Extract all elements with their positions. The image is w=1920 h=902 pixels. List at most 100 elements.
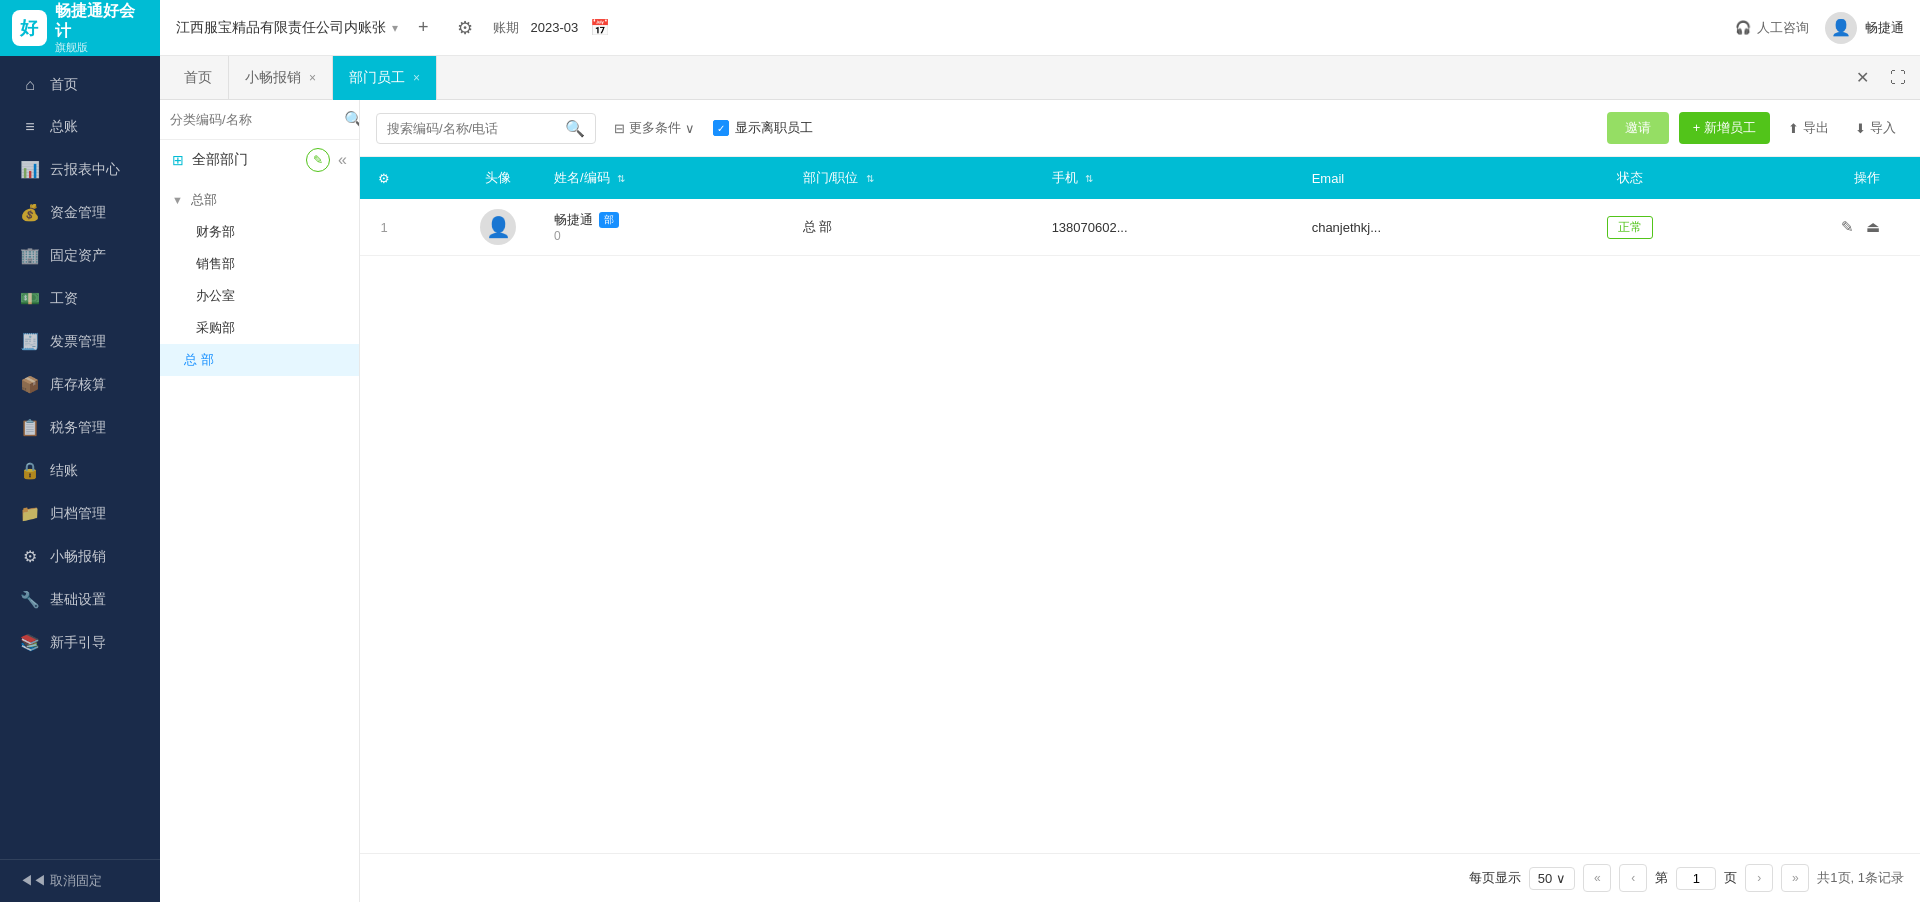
action-icons: ✎ ⏏ [1736, 218, 1904, 236]
delete-employee-button[interactable]: ⏏ [1866, 218, 1880, 236]
th-dept[interactable]: 部门/职位 ⇅ [787, 157, 1036, 199]
tab-expense[interactable]: 小畅报销 × [229, 56, 333, 100]
prev-page-button[interactable]: ‹ [1619, 864, 1647, 892]
dept-edit-button[interactable]: ✎ [306, 148, 330, 172]
user-avatar: 👤 [1825, 12, 1857, 44]
support-button[interactable]: 🎧 人工咨询 [1735, 19, 1809, 37]
cell-phone: 138070602... [1036, 199, 1296, 256]
employee-search-icon[interactable]: 🔍 [565, 119, 585, 138]
dept-expand-arrow: ▼ [172, 194, 183, 206]
tab-employees[interactable]: 部门员工 × [333, 56, 437, 100]
next-page-icon: › [1757, 871, 1761, 885]
sidebar-item-label: 税务管理 [50, 419, 106, 437]
th-name[interactable]: 姓名/编码 ⇅ [538, 157, 787, 199]
sidebar-item-reports[interactable]: 📊 云报表中心 [0, 148, 160, 191]
sidebar-item-expense[interactable]: ⚙ 小畅报销 [0, 535, 160, 578]
cancel-pin-button[interactable]: ◀◀ 取消固定 [0, 859, 160, 902]
dept-purchase-label: 采购部 [196, 319, 235, 337]
dept-search-icon[interactable]: 🔍 [344, 110, 360, 129]
avatar-col-label: 头像 [485, 170, 511, 185]
dept-item-finance[interactable]: 财务部 [172, 216, 359, 248]
sidebar-item-label: 总账 [50, 118, 78, 136]
sidebar-item-guide[interactable]: 📚 新手引导 [0, 621, 160, 664]
page-size-select[interactable]: 50 ∨ [1529, 867, 1575, 890]
first-page-button[interactable]: « [1583, 864, 1611, 892]
th-actions: 操作 [1720, 157, 1920, 199]
tab-employees-close[interactable]: × [413, 71, 420, 85]
dept-tree: ▼ 总部 财务部 销售部 办公室 采购部 [160, 180, 359, 902]
sidebar-item-inventory[interactable]: 📦 库存核算 [0, 363, 160, 406]
filter-more-button[interactable]: ⊟ 更多条件 ∨ [606, 114, 703, 142]
close-tab-button[interactable]: ✕ [1848, 64, 1876, 92]
calendar-icon[interactable]: 📅 [590, 18, 610, 37]
sidebar-item-tax[interactable]: 📋 税务管理 [0, 406, 160, 449]
dept-item-office[interactable]: 办公室 [172, 280, 359, 312]
import-label: 导入 [1870, 119, 1896, 137]
first-page-icon: « [1594, 871, 1601, 885]
dept-office-label: 办公室 [196, 287, 235, 305]
th-settings[interactable]: ⚙ [360, 157, 408, 199]
avatar-wrapper: 👤 [474, 209, 522, 245]
sidebar-item-invoice[interactable]: 🧾 发票管理 [0, 320, 160, 363]
export-button[interactable]: ⬆ 导出 [1780, 114, 1837, 142]
logo-title: 畅捷通好会计 [55, 1, 148, 39]
employee-search-input[interactable] [387, 121, 559, 136]
dept-collapse-button[interactable]: « [338, 151, 347, 169]
edit-employee-button[interactable]: ✎ [1841, 218, 1854, 236]
fullscreen-button[interactable]: ⛶ [1884, 64, 1912, 92]
sidebar-item-label: 云报表中心 [50, 161, 120, 179]
employees-panel: 🔍 ⊟ 更多条件 ∨ ✓ 显示离职员工 邀请 + 新增员工 ⬆ 导出 [360, 100, 1920, 902]
last-page-button[interactable]: » [1781, 864, 1809, 892]
show-resigned-label: 显示离职员工 [735, 119, 813, 137]
phone-col-label: 手机 [1052, 170, 1078, 185]
sidebar-logo: 好 畅捷通好会计 旗舰版 [0, 0, 160, 56]
add-employee-button[interactable]: + 新增员工 [1679, 112, 1770, 144]
invite-button[interactable]: 邀请 [1607, 112, 1669, 144]
dept-all-header: ⊞ 全部部门 ✎ « [160, 140, 359, 180]
user-info[interactable]: 👤 畅捷通 [1825, 12, 1904, 44]
filter-icon: ⊟ [614, 121, 625, 136]
sidebar-item-ledger[interactable]: ≡ 总账 [0, 106, 160, 148]
dept-search-input[interactable] [170, 112, 338, 127]
sidebar-item-archive[interactable]: 📁 归档管理 [0, 492, 160, 535]
next-page-button[interactable]: › [1745, 864, 1773, 892]
sidebar: 好 畅捷通好会计 旗舰版 ⌂ 首页 ≡ 总账 📊 云报表中心 💰 资金管理 🏢 … [0, 0, 160, 902]
period-label: 账期 [493, 19, 519, 37]
dept-parent-label: 总部 [191, 191, 217, 209]
employee-search-box: 🔍 [376, 113, 596, 144]
sidebar-item-payroll[interactable]: 💵 工资 [0, 277, 160, 320]
dept-sort-icon: ⇅ [866, 173, 874, 184]
add-tab-button[interactable]: + [410, 13, 437, 42]
topbar-settings-icon[interactable]: ⚙ [449, 13, 481, 43]
show-resigned-checkbox[interactable]: ✓ 显示离职员工 [713, 119, 813, 137]
sidebar-item-settings[interactable]: 🔧 基础设置 [0, 578, 160, 621]
sidebar-item-assets[interactable]: 🏢 固定资产 [0, 234, 160, 277]
sidebar-item-label: 新手引导 [50, 634, 106, 652]
import-button[interactable]: ⬇ 导入 [1847, 114, 1904, 142]
page-number-input[interactable] [1676, 867, 1716, 890]
dept-item-sales[interactable]: 销售部 [172, 248, 359, 280]
status-badge: 正常 [1607, 216, 1653, 239]
last-page-icon: » [1792, 871, 1799, 885]
sidebar-item-closing[interactable]: 🔒 结账 [0, 449, 160, 492]
dept-parent-general[interactable]: ▼ 总部 [160, 184, 359, 216]
sidebar-item-home[interactable]: ⌂ 首页 [0, 64, 160, 106]
cell-num: 1 [360, 199, 408, 256]
company-selector[interactable]: 江西服宝精品有限责任公司内账张 ▾ [176, 19, 398, 37]
sidebar-nav: ⌂ 首页 ≡ 总账 📊 云报表中心 💰 资金管理 🏢 固定资产 💵 工资 🧾 发… [0, 56, 160, 859]
dept-item-zongbu[interactable]: 总 部 [160, 344, 359, 376]
tab-home[interactable]: 首页 [168, 56, 229, 100]
filter-label: 更多条件 [629, 119, 681, 137]
sidebar-item-capital[interactable]: 💰 资金管理 [0, 191, 160, 234]
dept-item-purchase[interactable]: 采购部 [172, 312, 359, 344]
th-phone[interactable]: 手机 ⇅ [1036, 157, 1296, 199]
employees-toolbar: 🔍 ⊟ 更多条件 ∨ ✓ 显示离职员工 邀请 + 新增员工 ⬆ 导出 [360, 100, 1920, 157]
actions-col-label: 操作 [1854, 170, 1880, 185]
user-name: 畅捷通 [1865, 19, 1904, 37]
dept-search: 🔍 [160, 100, 359, 140]
cell-actions: ✎ ⏏ [1720, 199, 1920, 256]
page-content: 🔍 ⊞ 全部部门 ✎ « ▼ 总部 财务部 销售部 [160, 100, 1920, 902]
dept-zongbu-label: 总 部 [184, 351, 214, 369]
tab-expense-close[interactable]: × [309, 71, 316, 85]
name-sort-icon: ⇅ [617, 173, 625, 184]
